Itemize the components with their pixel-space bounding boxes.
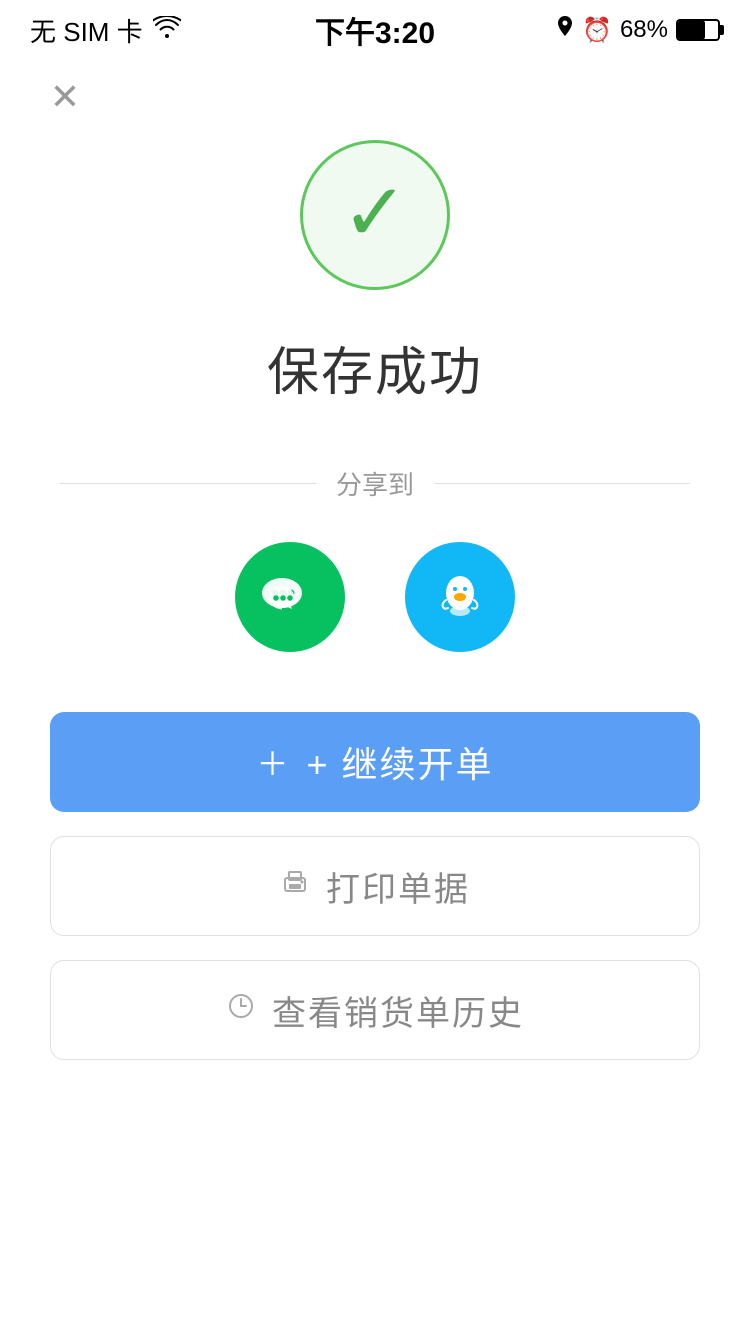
actions-section: ＋ + 继续开单 打印单据 查看销货单历 <box>0 712 750 1060</box>
share-divider-row: 分享到 <box>0 465 750 502</box>
history-label: 查看销货单历史 <box>272 986 524 1035</box>
location-icon <box>556 16 574 45</box>
continue-order-button[interactable]: ＋ + 继续开单 <box>50 712 700 812</box>
carrier-text: 无 SIM 卡 <box>30 12 143 49</box>
share-section: 分享到 <box>0 465 750 652</box>
success-circle: ✓ <box>300 140 450 290</box>
wifi-icon <box>153 16 181 45</box>
divider-left <box>60 483 316 484</box>
wechat-share-button[interactable] <box>235 542 345 652</box>
share-icons-row <box>235 542 515 652</box>
status-left: 无 SIM 卡 <box>30 12 181 49</box>
share-label: 分享到 <box>316 465 434 502</box>
status-time: 下午3:20 <box>315 8 435 52</box>
print-label: 打印单据 <box>326 862 470 911</box>
success-title: 保存成功 <box>267 330 483 405</box>
print-button[interactable]: 打印单据 <box>50 836 700 936</box>
print-icon <box>280 867 310 905</box>
continue-label: + 继续开单 <box>306 736 493 788</box>
status-bar: 无 SIM 卡 下午3:20 ⏰ 68% <box>0 0 750 60</box>
main-content: ✓ 保存成功 分享到 <box>0 60 750 1060</box>
qq-share-button[interactable] <box>405 542 515 652</box>
history-icon <box>226 991 256 1029</box>
divider-right <box>434 483 690 484</box>
close-button[interactable]: ✕ <box>40 72 90 122</box>
battery-percent: 68% <box>620 16 668 44</box>
checkmark-icon: ✓ <box>341 173 408 253</box>
alarm-icon: ⏰ <box>582 16 612 45</box>
close-icon: ✕ <box>50 79 80 115</box>
battery-icon <box>676 19 720 41</box>
plus-icon: ＋ <box>256 739 290 785</box>
history-button[interactable]: 查看销货单历史 <box>50 960 700 1060</box>
status-right: ⏰ 68% <box>556 16 720 45</box>
